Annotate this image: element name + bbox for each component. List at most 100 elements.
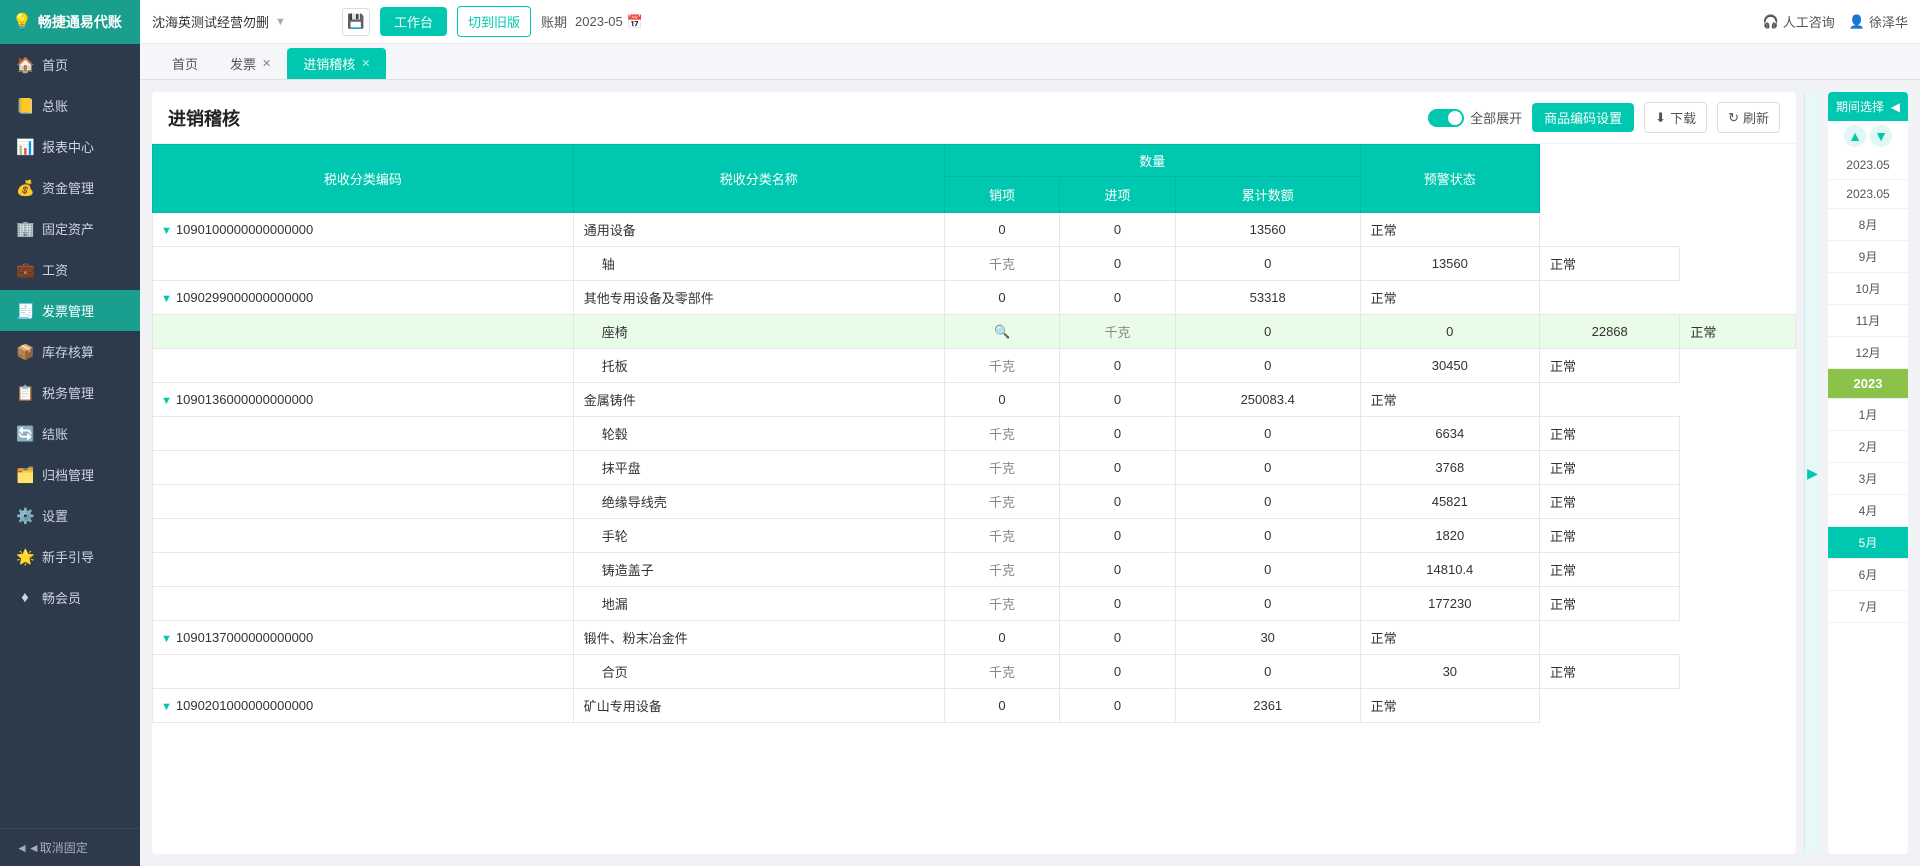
sidebar-item-archive[interactable]: 🗂️ 归档管理: [0, 454, 140, 495]
period-item[interactable]: 1月: [1828, 399, 1908, 431]
row-total: 3768: [1360, 451, 1539, 485]
expand-arrow[interactable]: ▼: [161, 293, 172, 305]
row-unit: 千克: [944, 587, 1060, 621]
download-button[interactable]: ⬇ 下载: [1644, 102, 1707, 133]
row-name: 合页: [573, 655, 944, 689]
period-item[interactable]: 3月: [1828, 463, 1908, 495]
data-table: 税收分类编码 税收分类名称 数量 预警状态 销项 进项 累计数额: [152, 144, 1796, 723]
page-header: 进销稽核 全部展开 商品编码设置 ⬇ 下载 ↻ 刷新: [152, 92, 1796, 144]
period-item[interactable]: 11月: [1828, 305, 1908, 337]
expand-arrow[interactable]: ▼: [161, 225, 172, 237]
row-name: 手轮: [573, 519, 944, 553]
period-item[interactable]: 2月: [1828, 431, 1908, 463]
refresh-button[interactable]: ↻ 刷新: [1717, 102, 1780, 133]
row-search-icon[interactable]: 🔍: [944, 315, 1060, 349]
row-code: [153, 349, 574, 383]
period-item[interactable]: 5月: [1828, 527, 1908, 559]
period-up-button[interactable]: ▲: [1844, 125, 1866, 147]
row-status: 正常: [1360, 689, 1539, 723]
row-purchase: 0: [1175, 553, 1360, 587]
tab-home[interactable]: 首页: [156, 48, 214, 79]
sidebar-item-guide[interactable]: 🌟 新手引导: [0, 536, 140, 577]
row-unit: 千克: [944, 485, 1060, 519]
support-button[interactable]: 🎧 人工咨询: [1763, 12, 1835, 31]
row-code: [153, 587, 574, 621]
period-item[interactable]: 8月: [1828, 209, 1908, 241]
sidebar-item-inventory[interactable]: 📦 库存核算: [0, 331, 140, 372]
table-row[interactable]: 抹平盘 千克 0 0 3768 正常: [153, 451, 1796, 485]
company-selector[interactable]: 沈海英测试经营勿删 ▼: [152, 12, 332, 31]
table-row[interactable]: 合页 千克 0 0 30 正常: [153, 655, 1796, 689]
row-status: 正常: [1680, 315, 1796, 349]
tab-invoice[interactable]: 发票 ✕: [214, 48, 287, 79]
sidebar-item-label: 报表中心: [42, 137, 94, 156]
table-row[interactable]: 轮毂 千克 0 0 6634 正常: [153, 417, 1796, 451]
table-row[interactable]: 地漏 千克 0 0 177230 正常: [153, 587, 1796, 621]
logo-icon: 💡: [12, 12, 32, 32]
table-row[interactable]: 手轮 千克 0 0 1820 正常: [153, 519, 1796, 553]
period-down-button[interactable]: ▼: [1870, 125, 1892, 147]
period-item[interactable]: 7月: [1828, 591, 1908, 623]
tab-invoice-close[interactable]: ✕: [262, 57, 271, 70]
expand-arrow[interactable]: ▼: [161, 633, 172, 645]
sidebar-item-label: 新手引导: [42, 547, 94, 566]
table-row[interactable]: ▼1090201000000000000 矿山专用设备 0 0 2361 正常: [153, 689, 1796, 723]
table-row[interactable]: 铸造盖子 千克 0 0 14810.4 正常: [153, 553, 1796, 587]
table-row[interactable]: 托板 千克 0 0 30450 正常: [153, 349, 1796, 383]
sidebar-item-settings[interactable]: ⚙️ 设置: [0, 495, 140, 536]
product-code-button[interactable]: 商品编码设置: [1532, 103, 1634, 132]
workbench-button[interactable]: 工作台: [380, 7, 447, 36]
col-sales-header: 销项: [944, 177, 1060, 213]
table-row[interactable]: ▼1090299000000000000 其他专用设备及零部件 0 0 5331…: [153, 281, 1796, 315]
sidebar-unpin-button[interactable]: ◄◄取消固定: [0, 828, 140, 866]
oldver-button[interactable]: 切到旧版: [457, 6, 531, 37]
tab-reconcile[interactable]: 进销稽核 ✕: [287, 48, 386, 79]
sidebar-item-settlement[interactable]: 🔄 结账: [0, 413, 140, 454]
expand-arrow[interactable]: ▼: [161, 701, 172, 713]
table-row[interactable]: 轴 千克 0 0 13560 正常: [153, 247, 1796, 281]
table-row[interactable]: 座椅🔍千克0022868正常: [153, 315, 1796, 349]
calendar-icon[interactable]: 📅: [627, 14, 643, 30]
period-item[interactable]: 2023.05: [1828, 151, 1908, 180]
row-sales: 0: [1060, 553, 1176, 587]
expand-label: 全部展开: [1470, 108, 1522, 127]
period-item[interactable]: 12月: [1828, 337, 1908, 369]
period-item[interactable]: 2023: [1828, 369, 1908, 399]
tab-reconcile-close[interactable]: ✕: [361, 57, 370, 70]
sidebar-logo: 💡 畅捷通易代账: [0, 0, 140, 44]
expand-switch[interactable]: [1428, 109, 1464, 127]
period-item[interactable]: 6月: [1828, 559, 1908, 591]
table-row[interactable]: ▼1090137000000000000 锻件、粉末冶金件 0 0 30 正常: [153, 621, 1796, 655]
expand-toggle[interactable]: 全部展开: [1428, 108, 1522, 127]
sidebar-item-ledger[interactable]: 📒 总账: [0, 85, 140, 126]
sidebar-item-tax[interactable]: 📋 税务管理: [0, 372, 140, 413]
tax-icon: 📋: [16, 384, 34, 402]
sidebar-item-invoice[interactable]: 🧾 发票管理: [0, 290, 140, 331]
sidebar-item-funds[interactable]: 💰 资金管理: [0, 167, 140, 208]
sidebar-item-home[interactable]: 🏠 首页: [0, 44, 140, 85]
period-item[interactable]: 10月: [1828, 273, 1908, 305]
col-total-header: 累计数额: [1175, 177, 1360, 213]
period-item[interactable]: 4月: [1828, 495, 1908, 527]
row-total: 14810.4: [1360, 553, 1539, 587]
row-purchase: 0: [1175, 417, 1360, 451]
sidebar-item-salary[interactable]: 💼 工资: [0, 249, 140, 290]
sidebar-item-assets[interactable]: 🏢 固定资产: [0, 208, 140, 249]
sidebar-item-reports[interactable]: 📊 报表中心: [0, 126, 140, 167]
table-row[interactable]: 绝缘导线壳 千克 0 0 45821 正常: [153, 485, 1796, 519]
table-row[interactable]: ▼1090100000000000000 通用设备 0 0 13560 正常: [153, 213, 1796, 247]
row-total: 1820: [1360, 519, 1539, 553]
expand-arrow[interactable]: ▼: [161, 395, 172, 407]
period-item[interactable]: 9月: [1828, 241, 1908, 273]
row-total: 53318: [1175, 281, 1360, 315]
sidebar-item-label: 资金管理: [42, 178, 94, 197]
row-total: 22868: [1539, 315, 1679, 349]
sidebar-item-member[interactable]: ♦ 畅会员: [0, 577, 140, 618]
row-sales: 0: [944, 383, 1060, 417]
save-button[interactable]: 💾: [342, 8, 370, 36]
row-name: 轴: [573, 247, 944, 281]
period-panel-toggle[interactable]: ▶: [1804, 92, 1820, 854]
user-info[interactable]: 👤 徐泽华: [1849, 12, 1908, 31]
period-item[interactable]: 2023.05: [1828, 180, 1908, 209]
table-row[interactable]: ▼1090136000000000000 金属铸件 0 0 250083.4 正…: [153, 383, 1796, 417]
